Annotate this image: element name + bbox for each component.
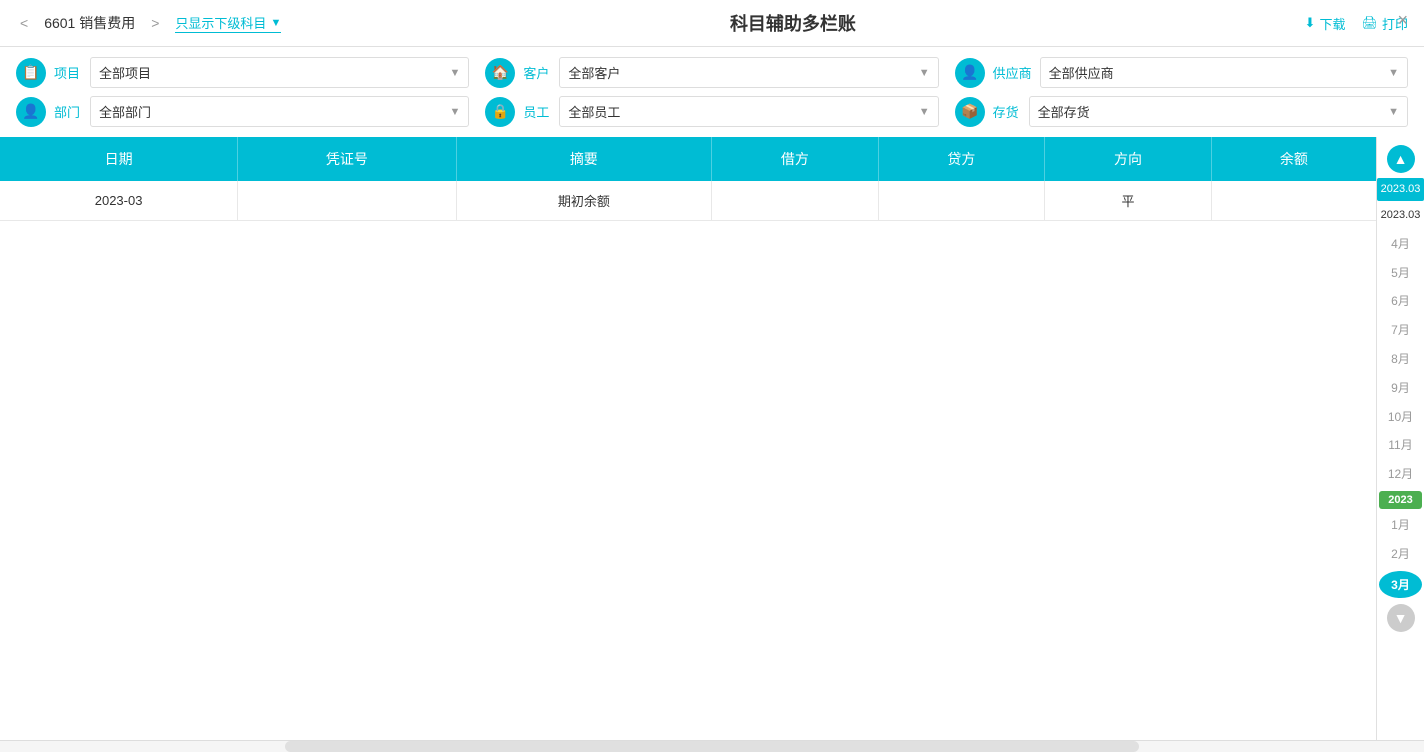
sidebar-month-12[interactable]: 12月 <box>1377 460 1424 489</box>
filter-item-project: 📋 项目 全部项目 ▼ <box>16 57 469 88</box>
sidebar-month-3-active[interactable]: 3月 <box>1379 571 1421 598</box>
filter-row-1: 📋 项目 全部项目 ▼ 🏠 客户 全部客户 ▼ <box>16 57 1408 88</box>
sidebar-month-1[interactable]: 1月 <box>1377 511 1424 540</box>
employee-select[interactable]: 全部员工 ▼ <box>559 96 938 127</box>
main-container: < 6601 销售费用 > 只显示下级科目 ▼ 科目辅助多栏账 ⬇ 下载 🖨 打… <box>0 0 1424 752</box>
inventory-select[interactable]: 全部存货 ▼ <box>1029 96 1408 127</box>
sidebar-up-btn[interactable]: ▲ <box>1387 145 1415 173</box>
cell-debit <box>712 181 879 221</box>
customer-chevron-icon: ▼ <box>919 67 930 79</box>
project-select[interactable]: 全部项目 ▼ <box>90 57 469 88</box>
employee-label: 员工 <box>523 102 551 121</box>
col-direction: 方向 <box>1045 137 1212 181</box>
account-code: 6601 销售费用 <box>44 13 135 33</box>
department-select[interactable]: 全部部门 ▼ <box>90 96 469 127</box>
project-label: 项目 <box>54 63 82 82</box>
right-sidebar: ▲ 2023.03 2023.03 4月 5月 6月 7月 8月 9月 10月 … <box>1376 137 1424 740</box>
sidebar-month-6[interactable]: 6月 <box>1377 287 1424 316</box>
supplier-value: 全部供应商 <box>1049 63 1114 82</box>
cell-date: 2023-03 <box>0 181 238 221</box>
customer-label: 客户 <box>523 63 551 82</box>
sidebar-month-9[interactable]: 9月 <box>1377 374 1424 403</box>
customer-icon: 🏠 <box>485 58 515 88</box>
filter-item-employee: 🔒 员工 全部员工 ▼ <box>485 96 938 127</box>
table-header-row: 日期 凭证号 摘要 借方 贷方 方向 余额 <box>0 137 1376 181</box>
filter-item-supplier: 👤 供应商 全部供应商 ▼ <box>955 57 1408 88</box>
inventory-chevron-icon: ▼ <box>1388 106 1399 118</box>
project-icon: 📋 <box>16 58 46 88</box>
sidebar-month-8[interactable]: 8月 <box>1377 345 1424 374</box>
sidebar-month-2[interactable]: 2月 <box>1377 540 1424 569</box>
project-value: 全部项目 <box>99 63 151 82</box>
col-summary: 摘要 <box>456 137 711 181</box>
page-title: 科目辅助多栏账 <box>293 10 1292 36</box>
sidebar-period-highlight[interactable]: 2023.03 <box>1377 178 1424 201</box>
filter-item-inventory: 📦 存货 全部存货 ▼ <box>955 96 1408 127</box>
col-date: 日期 <box>0 137 238 181</box>
table-container[interactable]: 日期 凭证号 摘要 借方 贷方 方向 余额 2023-03 期初余额 <box>0 137 1376 740</box>
cell-balance <box>1211 181 1376 221</box>
bottom-scrollbar[interactable] <box>0 740 1424 752</box>
cell-voucher <box>238 181 456 221</box>
customer-value: 全部客户 <box>568 63 620 82</box>
sidebar-month-7[interactable]: 7月 <box>1377 316 1424 345</box>
sidebar-month-10[interactable]: 10月 <box>1377 403 1424 432</box>
sidebar-month-11[interactable]: 11月 <box>1377 431 1424 460</box>
sidebar-month-5[interactable]: 5月 <box>1377 259 1424 288</box>
chevron-down-icon: ▼ <box>270 17 281 29</box>
close-button[interactable]: × <box>1397 10 1408 31</box>
cell-direction: 平 <box>1045 181 1212 221</box>
employee-icon: 🔒 <box>485 97 515 127</box>
filter-row-2: 👤 部门 全部部门 ▼ 🔒 员工 全部员工 ▼ <box>16 96 1408 127</box>
download-label: 下载 <box>1319 14 1345 33</box>
supplier-chevron-icon: ▼ <box>1388 67 1399 79</box>
ledger-table: 日期 凭证号 摘要 借方 贷方 方向 余额 2023-03 期初余额 <box>0 137 1376 221</box>
department-icon: 👤 <box>16 97 46 127</box>
col-credit: 贷方 <box>878 137 1045 181</box>
print-icon: 🖨 <box>1361 15 1378 31</box>
cell-summary: 期初余额 <box>456 181 711 221</box>
customer-select[interactable]: 全部客户 ▼ <box>559 57 938 88</box>
sidebar-down-btn[interactable]: ▼ <box>1387 604 1415 632</box>
col-voucher: 凭证号 <box>238 137 456 181</box>
sidebar-period-normal[interactable]: 2023.03 <box>1377 202 1424 229</box>
scrollbar-track <box>285 741 1139 752</box>
col-debit: 借方 <box>712 137 879 181</box>
filter-item-customer: 🏠 客户 全部客户 ▼ <box>485 57 938 88</box>
prev-account-btn[interactable]: < <box>16 13 32 33</box>
employee-value: 全部员工 <box>568 102 620 121</box>
supplier-select[interactable]: 全部供应商 ▼ <box>1040 57 1408 88</box>
table-row: 2023-03 期初余额 平 <box>0 181 1376 221</box>
department-chevron-icon: ▼ <box>449 106 460 118</box>
department-value: 全部部门 <box>99 102 151 121</box>
inventory-value: 全部存货 <box>1038 102 1090 121</box>
filter-area: 📋 项目 全部项目 ▼ 🏠 客户 全部客户 ▼ <box>0 47 1424 137</box>
sidebar-month-4[interactable]: 4月 <box>1377 230 1424 259</box>
col-balance: 余额 <box>1211 137 1376 181</box>
show-sub-toggle[interactable]: 只显示下级科目 ▼ <box>175 13 281 33</box>
supplier-icon: 👤 <box>955 58 985 88</box>
header-actions: ⬇ 下载 🖨 打印 <box>1305 14 1408 33</box>
department-label: 部门 <box>54 102 82 121</box>
show-sub-label: 只显示下级科目 <box>175 13 266 32</box>
table-wrapper: 日期 凭证号 摘要 借方 贷方 方向 余额 2023-03 期初余额 <box>0 137 1424 740</box>
download-icon: ⬇ <box>1305 15 1316 31</box>
cell-credit <box>878 181 1045 221</box>
inventory-icon: 📦 <box>955 97 985 127</box>
supplier-label: 供应商 <box>993 63 1032 82</box>
inventory-label: 存货 <box>993 102 1021 121</box>
header: < 6601 销售费用 > 只显示下级科目 ▼ 科目辅助多栏账 ⬇ 下载 🖨 打… <box>0 0 1424 47</box>
filter-item-department: 👤 部门 全部部门 ▼ <box>16 96 469 127</box>
download-button[interactable]: ⬇ 下载 <box>1305 14 1346 33</box>
next-account-btn[interactable]: > <box>147 13 163 33</box>
employee-chevron-icon: ▼ <box>919 106 930 118</box>
project-chevron-icon: ▼ <box>449 67 460 79</box>
year-badge-2023[interactable]: 2023 <box>1379 491 1421 509</box>
